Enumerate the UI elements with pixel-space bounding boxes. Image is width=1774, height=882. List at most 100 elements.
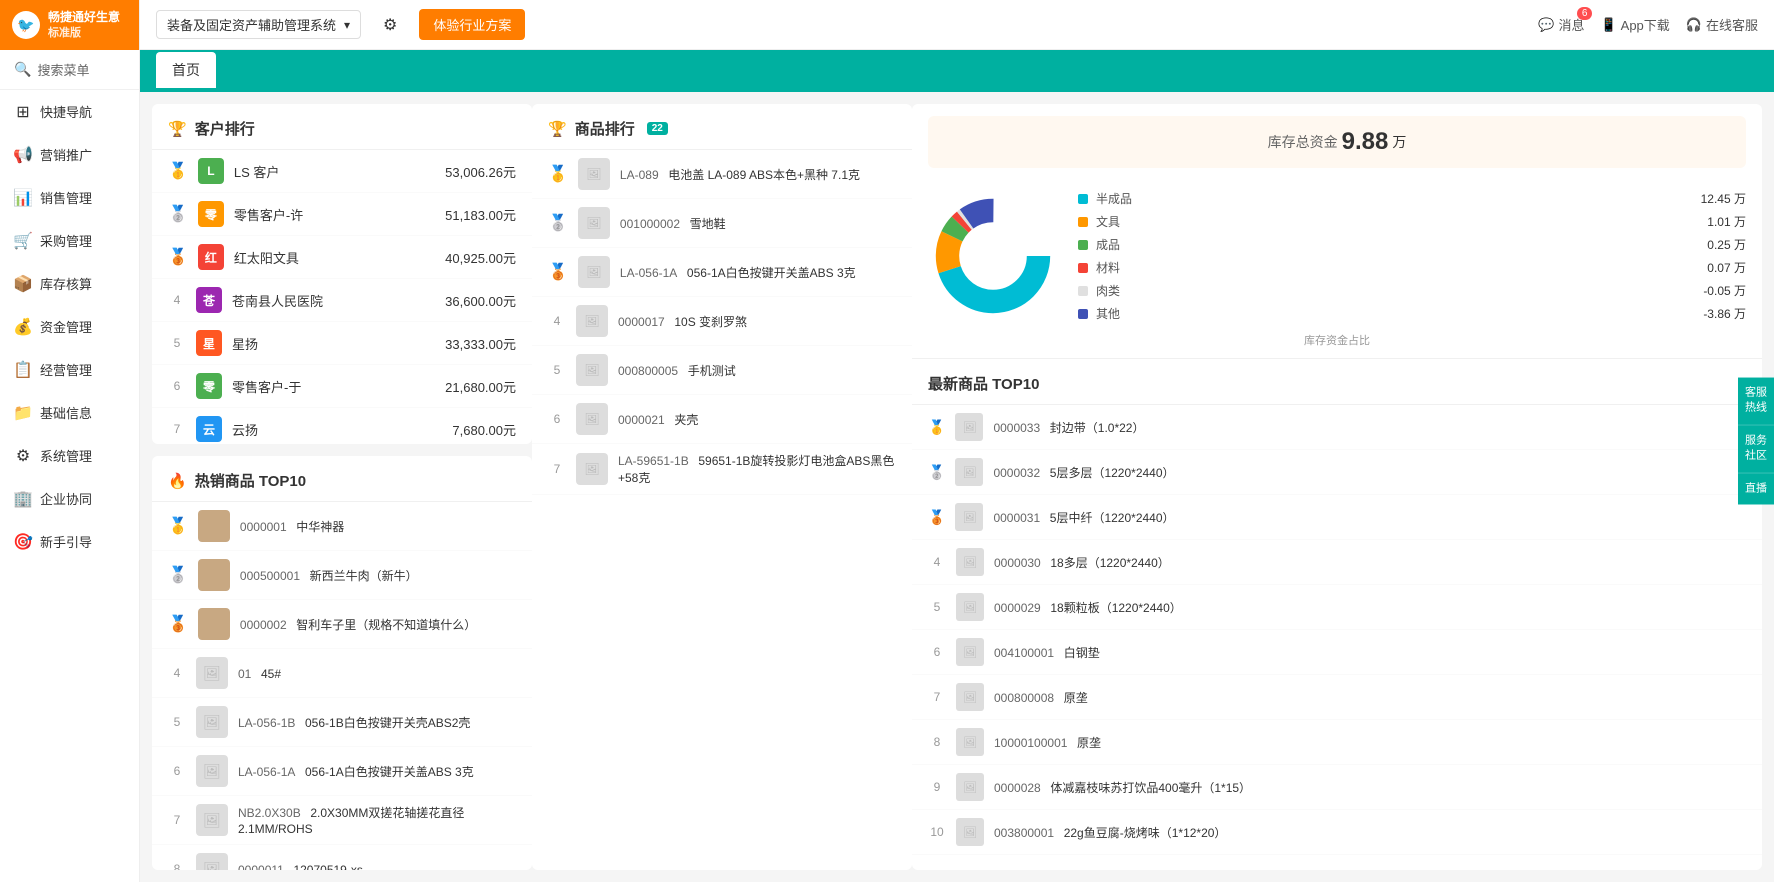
product-code: NB2.0X30B xyxy=(238,806,301,820)
customer-name: 星扬 xyxy=(232,334,435,353)
nav-label-guide: 新手引导 xyxy=(40,532,92,551)
product-name: 体减嘉枝味苏打饮品400毫升（1*15） xyxy=(1050,781,1251,795)
new-product-row[interactable]: 10 🖼 003800001 22g鱼豆腐-烧烤味（1*12*20） xyxy=(912,810,1762,855)
product-thumb-placeholder: 🖼 xyxy=(196,657,228,689)
product-ranking-row[interactable]: 🥇 🖼 LA-089 电池盖 LA-089 ABS本色+黑种 7.1克 xyxy=(532,150,912,199)
product-name: 中华神器 xyxy=(296,520,344,534)
product-name: 白钢垫 xyxy=(1064,646,1100,660)
new-product-row[interactable]: 7 🖼 000800008 原垄 xyxy=(912,675,1762,720)
search-menu[interactable]: 🔍 搜索菜单 xyxy=(0,50,139,90)
product-info: 0000002 智利车子里（规格不知道填什么） xyxy=(240,616,516,633)
hot-product-row[interactable]: 6 🖼 LA-056-1A 056-1A白色按键开关盖ABS 3克 xyxy=(152,747,532,796)
app-download-btn[interactable]: 📱 App下载 xyxy=(1600,15,1669,34)
sidebar-item-enterprise[interactable]: 🏢 企业协同 xyxy=(0,477,139,520)
hot-product-row[interactable]: 5 🖼 LA-056-1B 056-1B白色按键开关壳ABS2壳 xyxy=(152,698,532,747)
sidebar-item-quick-nav[interactable]: ⊞ 快捷导航 xyxy=(0,90,139,133)
hot-product-row[interactable]: 4 🖼 01 45# xyxy=(152,649,532,698)
legend-value: 0.07 万 xyxy=(1707,259,1746,276)
customer-row[interactable]: 7 云 云扬 7,680.00元 xyxy=(152,408,532,444)
product-ranking-row[interactable]: 🥈 🖼 001000002 雪地鞋 xyxy=(532,199,912,248)
sidebar-item-guide[interactable]: 🎯 新手引导 xyxy=(0,520,139,563)
float-action-btn[interactable]: 服务 社区 xyxy=(1738,425,1774,473)
new-product-row[interactable]: 5 🖼 0000029 18颗粒板（1220*2440） xyxy=(912,585,1762,630)
rank-number: 6 xyxy=(168,764,186,778)
hot-product-row[interactable]: 7 🖼 NB2.0X30B 2.0X30MM双搓花轴搓花直径2.1MM/ROHS xyxy=(152,796,532,845)
image-icon: 🖼 xyxy=(963,646,977,659)
rank-number: 8 xyxy=(168,862,186,870)
customer-avatar: 零 xyxy=(198,201,224,227)
product-thumb xyxy=(198,608,230,640)
product-code: 000500001 xyxy=(240,569,300,583)
messages-btn[interactable]: 💬 消息 6 xyxy=(1538,15,1584,34)
legend-item: 成品 0.25 万 xyxy=(1078,236,1746,253)
nav-icon-marketing: 📢 xyxy=(14,146,32,164)
product-thumb: 🖼 xyxy=(578,207,610,239)
customer-amount: 33,333.00元 xyxy=(445,334,516,353)
product-thumb: 🖼 xyxy=(955,413,983,441)
product-code: 0000011 xyxy=(238,863,284,871)
sidebar-item-sales[interactable]: 📊 销售管理 xyxy=(0,176,139,219)
online-service-btn[interactable]: 🎧 在线客服 xyxy=(1686,15,1758,34)
hot-product-row[interactable]: 🥉 0000002 智利车子里（规格不知道填什么） xyxy=(152,600,532,649)
customer-row[interactable]: 6 零 零售客户-于 21,680.00元 xyxy=(152,365,532,408)
customer-row[interactable]: 🥈 零 零售客户-许 51,183.00元 xyxy=(152,193,532,236)
new-product-row[interactable]: 🥈 🖼 0000032 5层多层（1220*2440） xyxy=(912,450,1762,495)
sidebar-item-basic-info[interactable]: 📁 基础信息 xyxy=(0,391,139,434)
legend-value: -0.05 万 xyxy=(1703,282,1746,299)
product-ranking-row[interactable]: 4 🖼 0000017 10S 变刹罗煞 xyxy=(532,297,912,346)
hot-product-row[interactable]: 🥈 000500001 新西兰牛肉（新牛） xyxy=(152,551,532,600)
rank-number: 5 xyxy=(928,600,946,614)
rank-medal: 🥇 xyxy=(548,164,568,184)
trial-plan-button[interactable]: 体验行业方案 xyxy=(419,9,525,40)
product-ranking-row[interactable]: 🥉 🖼 LA-056-1A 056-1A白色按键开关盖ABS 3克 xyxy=(532,248,912,297)
product-code: 0000033 xyxy=(993,421,1040,435)
product-code: 0000030 xyxy=(994,556,1041,570)
nav-label-marketing: 营销推广 xyxy=(40,145,92,164)
settings-icon-btn[interactable]: ⚙ xyxy=(373,11,407,39)
product-thumb-placeholder: 🖼 xyxy=(196,755,228,787)
float-action-btn[interactable]: 直播 xyxy=(1738,473,1774,504)
rank-medal: 🥈 xyxy=(168,204,188,224)
rank-number: 7 xyxy=(548,462,566,476)
legend-item: 材料 0.07 万 xyxy=(1078,259,1746,276)
image-icon: 🖼 xyxy=(586,265,601,279)
new-product-row[interactable]: 9 🖼 0000028 体减嘉枝味苏打饮品400毫升（1*15） xyxy=(912,765,1762,810)
new-product-row[interactable]: 🥉 🖼 0000031 5层中纤（1220*2440） xyxy=(912,495,1762,540)
rank-number: 8 xyxy=(928,735,946,749)
image-icon: 🖼 xyxy=(584,363,599,377)
product-details: 0000021 夹壳 xyxy=(618,411,896,428)
sidebar-item-marketing[interactable]: 📢 营销推广 xyxy=(0,133,139,176)
sidebar-item-inventory[interactable]: 📦 库存核算 xyxy=(0,262,139,305)
new-product-row[interactable]: 6 🖼 004100001 白钢垫 xyxy=(912,630,1762,675)
hot-product-row[interactable]: 8 🖼 0000011 12070519-xs xyxy=(152,845,532,870)
sidebar-item-system[interactable]: ⚙ 系统管理 xyxy=(0,434,139,477)
new-product-row[interactable]: 🥇 🖼 0000033 封边带（1.0*22） xyxy=(912,405,1762,450)
tab-home[interactable]: 首页 xyxy=(156,52,216,91)
hot-product-row[interactable]: 🥇 0000001 中华神器 xyxy=(152,502,532,551)
float-action-btn[interactable]: 客服 热线 xyxy=(1738,378,1774,426)
product-name: 新西兰牛肉（新牛） xyxy=(310,569,418,583)
customer-amount: 40,925.00元 xyxy=(445,248,516,267)
nav-icon-basic-info: 📁 xyxy=(14,404,32,422)
customer-row[interactable]: 🥉 红 红太阳文具 40,925.00元 xyxy=(152,236,532,279)
chart-area: 半成品 12.45 万 文具 1.01 万 成品 0.25 万 材料 0.07 … xyxy=(912,180,1762,332)
customer-row[interactable]: 4 苍 苍南县人民医院 36,600.00元 xyxy=(152,279,532,322)
new-product-row[interactable]: 4 🖼 0000030 18多层（1220*2440） xyxy=(912,540,1762,585)
legend-dot xyxy=(1078,194,1088,204)
customer-name: 云扬 xyxy=(232,420,442,439)
sidebar-item-purchase[interactable]: 🛒 采购管理 xyxy=(0,219,139,262)
sidebar-item-finance[interactable]: 💰 资金管理 xyxy=(0,305,139,348)
sidebar-item-operations[interactable]: 📋 经营管理 xyxy=(0,348,139,391)
customer-row[interactable]: 🥇 L LS 客户 53,006.26元 xyxy=(152,150,532,193)
rank-number: 6 xyxy=(548,412,566,426)
legend-dot xyxy=(1078,263,1088,273)
customer-row[interactable]: 5 星 星扬 33,333.00元 xyxy=(152,322,532,365)
new-product-info: 0000030 18多层（1220*2440） xyxy=(994,554,1746,571)
legend-dot xyxy=(1078,240,1088,250)
product-ranking-row[interactable]: 6 🖼 0000021 夹壳 xyxy=(532,395,912,444)
product-ranking-row[interactable]: 7 🖼 LA-59651-1B 59651-1B旋转投影灯电池盒ABS黑色+58… xyxy=(532,444,912,495)
rank-medal: 🥉 xyxy=(928,509,945,526)
product-ranking-row[interactable]: 5 🖼 000800005 手机测试 xyxy=(532,346,912,395)
new-product-row[interactable]: 8 🖼 10000100001 原垄 xyxy=(912,720,1762,765)
system-selector[interactable]: 装备及固定资产辅助管理系统 ▾ xyxy=(156,10,361,39)
